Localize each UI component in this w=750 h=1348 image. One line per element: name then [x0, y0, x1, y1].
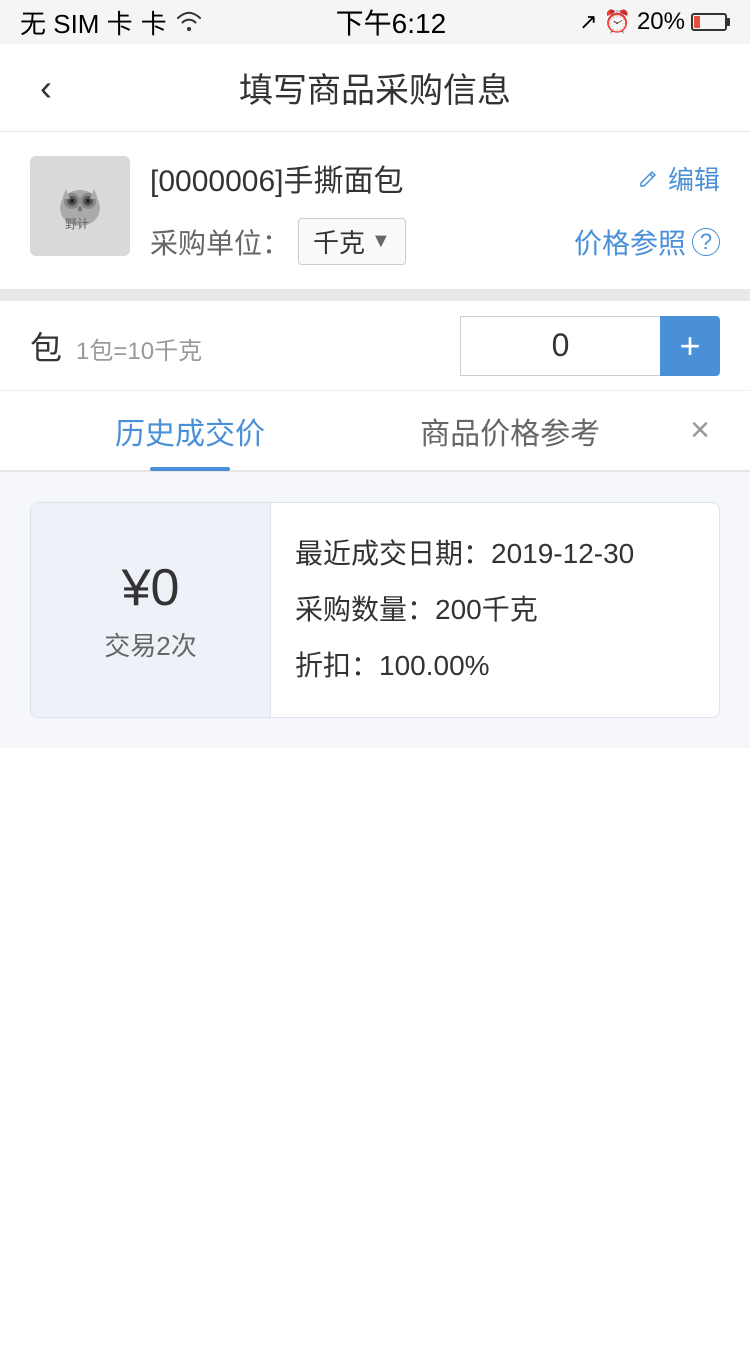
section-divider	[0, 289, 750, 301]
battery-percent: 20%	[637, 8, 685, 36]
tabs-section: 历史成交价 商品价格参考 ×	[0, 391, 750, 472]
price-ref-help-icon: ?	[692, 228, 720, 256]
tabs-header: 历史成交价 商品价格参考 ×	[0, 391, 750, 471]
card-details-section: 最近成交日期：2019-12-30 采购数量：200千克 折扣：100.00%	[271, 503, 719, 717]
purchase-qty-value: 200千克	[435, 594, 538, 625]
price-ref-label: 价格参照	[574, 222, 686, 262]
product-name: [0000006]手撕面包	[150, 156, 403, 200]
quantity-unit-label: 包	[30, 323, 62, 369]
status-left: 无 SIM 卡 卡	[20, 4, 203, 41]
card-trades-count: 交易2次	[104, 626, 196, 663]
tab-history-price[interactable]: 历史成交价	[30, 391, 350, 471]
card-discount-row: 折扣：100.00%	[295, 645, 695, 687]
page-title: 填写商品采购信息	[239, 63, 511, 112]
tab-price-reference[interactable]: 商品价格参考	[350, 391, 670, 471]
status-bar: 无 SIM 卡 卡 下午6:12 ↗ ⏰ 20%	[0, 0, 750, 44]
quantity-hint: 1包=10千克	[76, 331, 202, 366]
page-rest	[0, 748, 750, 1348]
product-image-icon: 野计	[50, 173, 110, 240]
unit-label: 采购单位： 千克 ▼	[150, 218, 406, 265]
discount-label: 折扣：	[295, 650, 379, 681]
battery-icon	[691, 13, 730, 31]
tab-history-label: 历史成交价	[115, 409, 265, 453]
wifi-icon	[175, 7, 203, 38]
product-title: 手撕面包	[283, 165, 403, 198]
unit-dropdown[interactable]: 千克 ▼	[298, 218, 406, 265]
product-thumbnail: 野计	[30, 156, 130, 256]
svg-text:野计: 野计	[65, 217, 89, 231]
card-purchase-qty-row: 采购数量：200千克	[295, 589, 695, 631]
card-price-value: ¥0	[122, 558, 180, 618]
back-button[interactable]: ‹	[30, 57, 62, 119]
unit-dropdown-arrow: ▼	[371, 230, 391, 253]
price-reference-button[interactable]: 价格参照 ?	[574, 222, 720, 262]
card-price-section: ¥0 交易2次	[31, 503, 271, 717]
quantity-plus-button[interactable]: +	[660, 316, 720, 376]
card-latest-date-row: 最近成交日期：2019-12-30	[295, 533, 695, 575]
unit-value: 千克	[313, 223, 365, 260]
product-info: [0000006]手撕面包 编辑 采购单位： 千克 ▼	[150, 156, 720, 265]
purchase-qty-label: 采购数量：	[295, 594, 435, 625]
location-icon: ↗	[579, 9, 597, 35]
quantity-control: +	[460, 316, 720, 376]
sim-card-icon: 卡	[141, 4, 167, 41]
product-id: [0000006]	[150, 165, 283, 198]
cards-area: ¥0 交易2次 最近成交日期：2019-12-30 采购数量：200千克 折扣：…	[0, 472, 750, 748]
nav-bar: ‹ 填写商品采购信息	[0, 44, 750, 132]
quantity-left: 包 1包=10千克	[30, 323, 202, 369]
alarm-icon: ⏰	[604, 9, 631, 35]
carrier-label: 无 SIM 卡	[20, 4, 133, 41]
latest-date-label: 最近成交日期：	[295, 538, 491, 569]
tab-price-ref-label: 商品价格参考	[420, 409, 600, 453]
tab-close-button[interactable]: ×	[680, 401, 720, 460]
tab-active-indicator	[150, 467, 230, 471]
status-time: 下午6:12	[336, 2, 447, 42]
quantity-input[interactable]	[460, 316, 660, 376]
product-section: 野计 [0000006]手撕面包 编辑	[0, 132, 750, 289]
latest-date-value: 2019-12-30	[491, 538, 634, 569]
status-right: ↗ ⏰ 20%	[579, 8, 730, 36]
history-card: ¥0 交易2次 最近成交日期：2019-12-30 采购数量：200千克 折扣：…	[30, 502, 720, 718]
edit-button[interactable]: 编辑	[638, 160, 720, 197]
discount-value: 100.00%	[379, 650, 490, 681]
quantity-section: 包 1包=10千克 +	[0, 301, 750, 391]
edit-label: 编辑	[668, 160, 720, 197]
